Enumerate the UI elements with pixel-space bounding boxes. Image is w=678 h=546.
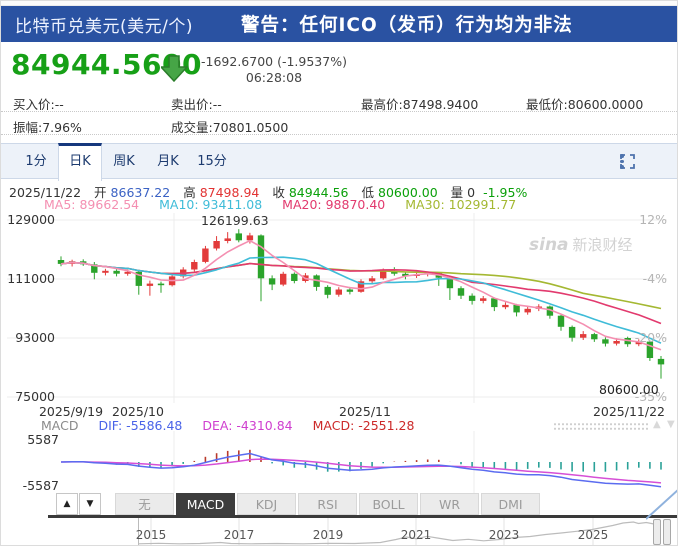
zoom-scrollbar-track[interactable] xyxy=(553,422,649,431)
timeline-year-label: 2023 xyxy=(489,528,520,542)
ma30-value: MA30: 102991.77 xyxy=(405,197,516,212)
ma20-value: MA20: 98870.40 xyxy=(282,197,385,212)
decorative-blue-line xyxy=(646,487,678,521)
volume-label: 成交量: xyxy=(171,120,213,135)
macd-axis-label: 5587 xyxy=(11,432,59,447)
price-axis-label: 111000 xyxy=(5,271,55,286)
indicator-tabs: 无 MACD KDJ RSI BOLL WR DMI xyxy=(115,493,540,515)
low-price-label: 最低价: xyxy=(526,97,568,112)
price-change-block: -1692.6700 (-1.9537%) 06:28:08 xyxy=(201,54,347,86)
price-axis-label: 129000 xyxy=(5,212,55,227)
x-axis-label: 2025/10 xyxy=(112,404,164,419)
price-axis-label: 93000 xyxy=(5,330,55,345)
tab-daily-k[interactable]: 日K xyxy=(58,143,102,181)
timeline-year-label: 2021 xyxy=(401,528,432,542)
price-change: -1692.6700 (-1.9537%) xyxy=(201,54,347,70)
high-price-label: 最高价: xyxy=(361,97,403,112)
quote-time: 06:28:08 xyxy=(201,70,347,86)
amplitude-label: 振幅: xyxy=(13,120,42,135)
info-row-2: 振幅:7.96% 成交量:70801.0500 xyxy=(1,113,677,135)
low-price-value: 80600.0000 xyxy=(568,97,644,112)
indicator-tab-dmi[interactable]: DMI xyxy=(481,493,540,515)
buy-price-label: 买入价: xyxy=(13,97,55,112)
fullscreen-icon[interactable] xyxy=(620,154,635,169)
ico-warning-text: 警告：任何ICO（发币）行为均为非法 xyxy=(241,11,573,37)
timeline-year-label: 2015 xyxy=(136,528,167,542)
indicator-tab-wr[interactable]: WR xyxy=(420,493,479,515)
title-bar: 比特币兑美元(美元/个) 警告：任何ICO（发币）行为均为非法 xyxy=(1,6,677,42)
amplitude-value: 7.96% xyxy=(42,120,82,135)
peak-price-label: 126199.63 xyxy=(201,213,269,228)
indicator-tab-macd[interactable]: MACD xyxy=(176,493,235,515)
ma10-value: MA10: 93411.08 xyxy=(159,197,262,212)
pct-axis-label: 12% xyxy=(639,212,667,227)
tab-weekly-k[interactable]: 周K xyxy=(102,144,146,180)
timeline-year-label: 2025 xyxy=(578,528,609,542)
macd-chart[interactable] xyxy=(1,431,678,493)
high-price-value: 87498.9400 xyxy=(403,97,479,112)
page-title: 比特币兑美元(美元/个) xyxy=(15,12,193,37)
indicator-tab-boll[interactable]: BOLL xyxy=(359,493,418,515)
price-down-arrow-icon xyxy=(161,55,188,82)
indicator-up-button[interactable]: ▲ xyxy=(56,493,78,515)
x-axis-label: 2025/11 xyxy=(339,404,391,419)
sell-price-label: 卖出价: xyxy=(171,97,213,112)
indicator-down-button[interactable]: ▼ xyxy=(79,493,101,515)
timeline-handle-left[interactable] xyxy=(653,519,661,545)
sina-watermark: sina新浪财经 xyxy=(529,234,633,255)
pct-axis-label: -4% xyxy=(643,271,667,286)
x-axis-label: 2025/11/22 xyxy=(593,404,665,419)
indicator-tab-none[interactable]: 无 xyxy=(115,493,174,515)
chart-toolbar-icons xyxy=(620,152,624,171)
volume-value: 70801.0500 xyxy=(213,120,289,135)
tab-monthly-k[interactable]: 月K xyxy=(146,144,190,180)
tab-1min[interactable]: 1分 xyxy=(14,144,58,180)
macd-axis-label: -5587 xyxy=(11,478,59,493)
buy-price-value: -- xyxy=(55,97,64,112)
zoom-in-icon[interactable]: ▲ xyxy=(653,419,661,430)
zoom-out-icon[interactable]: ▼ xyxy=(667,419,675,430)
timeline-year-label: 2019 xyxy=(313,528,344,542)
low-price-label: 80600.00 xyxy=(599,382,659,397)
timeline-handle-right[interactable] xyxy=(663,519,671,545)
sina-logo: sina xyxy=(529,235,569,255)
sell-price-value: -- xyxy=(213,97,222,112)
tab-15min[interactable]: 15分 xyxy=(190,144,234,180)
pct-axis-label: -20% xyxy=(635,330,667,345)
x-axis-label: 2025/9/19 xyxy=(39,404,103,419)
info-row-1: 买入价:-- 卖出价:-- 最高价:87498.9400 最低价:80600.0… xyxy=(1,90,677,112)
btc-usd-quote-page: 比特币兑美元(美元/个) 警告：任何ICO（发币）行为均为非法 84944.56… xyxy=(0,0,678,546)
indicator-tab-kdj[interactable]: KDJ xyxy=(237,493,296,515)
timeline-year-label: 2017 xyxy=(224,528,255,542)
indicator-tab-rsi[interactable]: RSI xyxy=(298,493,357,515)
price-axis-label: 75000 xyxy=(5,389,55,404)
indicator-tab-bar: ▲ ▼ 无 MACD KDJ RSI BOLL WR DMI xyxy=(1,493,677,515)
ma-readout: MA5: 89662.54 MA10: 93411.08 MA20: 98870… xyxy=(44,197,532,212)
ma5-value: MA5: 89662.54 xyxy=(44,197,139,212)
